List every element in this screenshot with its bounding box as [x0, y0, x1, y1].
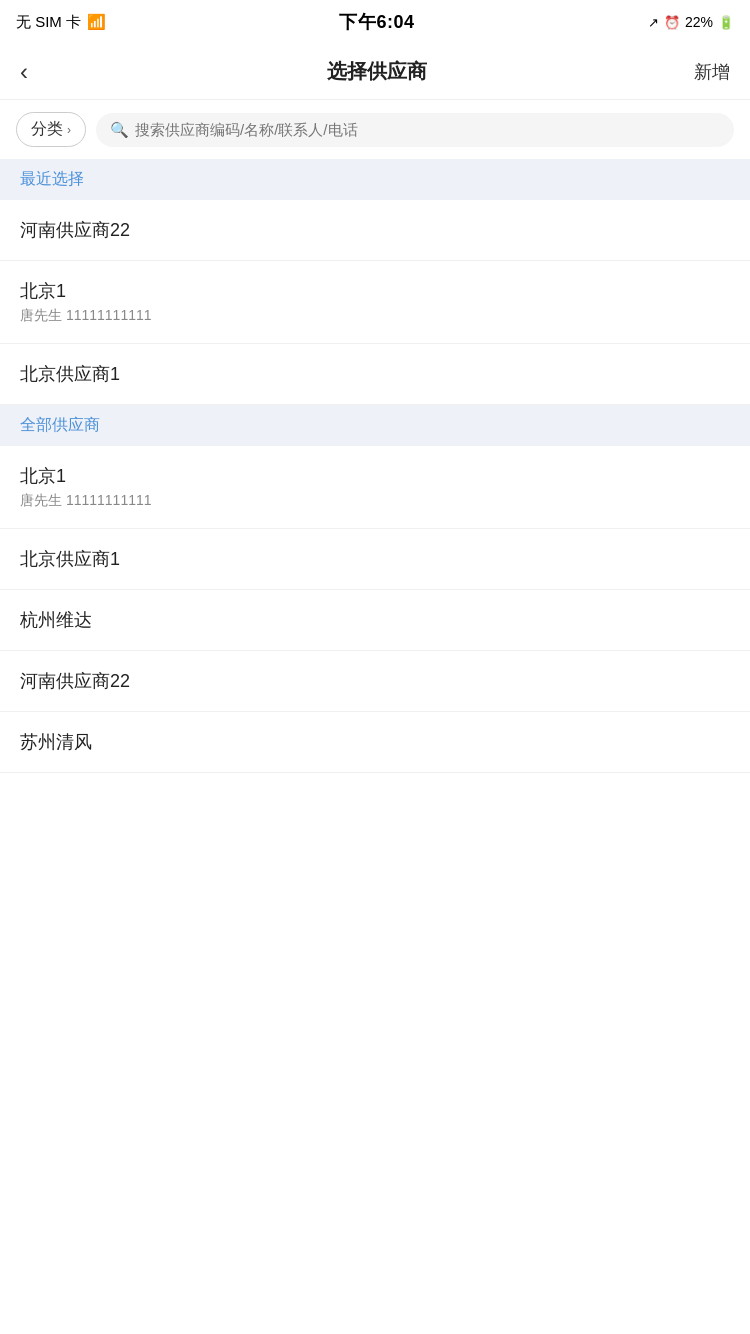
category-label: 分类	[31, 119, 63, 140]
battery-icon: 🔋	[718, 15, 734, 30]
page-title: 选择供应商	[327, 58, 427, 85]
search-wrap: 🔍	[96, 113, 734, 147]
nav-bar: ‹ 选择供应商 新增	[0, 44, 750, 100]
search-input[interactable]	[135, 121, 720, 138]
status-bar: 无 SIM 卡 📶 下午6:04 ↗ ⏰ 22% 🔋	[0, 0, 750, 44]
list-item-a5[interactable]: 苏州清风	[0, 712, 750, 773]
battery-text: 22%	[685, 14, 713, 30]
item-name-a4: 河南供应商22	[20, 669, 730, 693]
category-button[interactable]: 分类 ›	[16, 112, 86, 147]
item-name-a2: 北京供应商1	[20, 547, 730, 571]
section-header-recent: 最近选择	[0, 159, 750, 200]
list-item-a4[interactable]: 河南供应商22	[0, 651, 750, 712]
sim-text: 无 SIM 卡	[16, 13, 81, 32]
new-action-button[interactable]: 新增	[694, 60, 730, 84]
status-right: ↗ ⏰ 22% 🔋	[648, 14, 734, 30]
search-icon: 🔍	[110, 121, 129, 139]
item-name-a3: 杭州维达	[20, 608, 730, 632]
location-icon: ↗	[648, 15, 659, 30]
sections-container: 最近选择河南供应商22 北京1 唐先生 11111111111 北京供应商1 全部供应商…	[0, 159, 750, 773]
item-name-r2: 北京1	[20, 279, 730, 303]
list-item-r1[interactable]: 河南供应商22	[0, 200, 750, 261]
alarm-icon: ⏰	[664, 15, 680, 30]
section-header-text-all: 全部供应商	[20, 416, 100, 433]
item-name-r3: 北京供应商1	[20, 362, 730, 386]
section-header-text-recent: 最近选择	[20, 170, 84, 187]
item-name-a5: 苏州清风	[20, 730, 730, 754]
item-name-a1: 北京1	[20, 464, 730, 488]
list-item-r3[interactable]: 北京供应商1	[0, 344, 750, 405]
item-sub-a1: 唐先生 11111111111	[20, 492, 730, 510]
list-item-a1[interactable]: 北京1 唐先生 11111111111	[0, 446, 750, 529]
chevron-icon: ›	[67, 123, 71, 137]
back-button[interactable]: ‹	[20, 58, 60, 86]
status-time: 下午6:04	[339, 10, 414, 34]
list-item-a3[interactable]: 杭州维达	[0, 590, 750, 651]
item-sub-r2: 唐先生 11111111111	[20, 307, 730, 325]
search-filter-bar: 分类 › 🔍	[0, 100, 750, 159]
list-item-a2[interactable]: 北京供应商1	[0, 529, 750, 590]
wifi-icon: 📶	[87, 13, 106, 31]
section-header-all: 全部供应商	[0, 405, 750, 446]
list-item-r2[interactable]: 北京1 唐先生 11111111111	[0, 261, 750, 344]
item-name-r1: 河南供应商22	[20, 218, 730, 242]
status-left: 无 SIM 卡 📶	[16, 13, 106, 32]
